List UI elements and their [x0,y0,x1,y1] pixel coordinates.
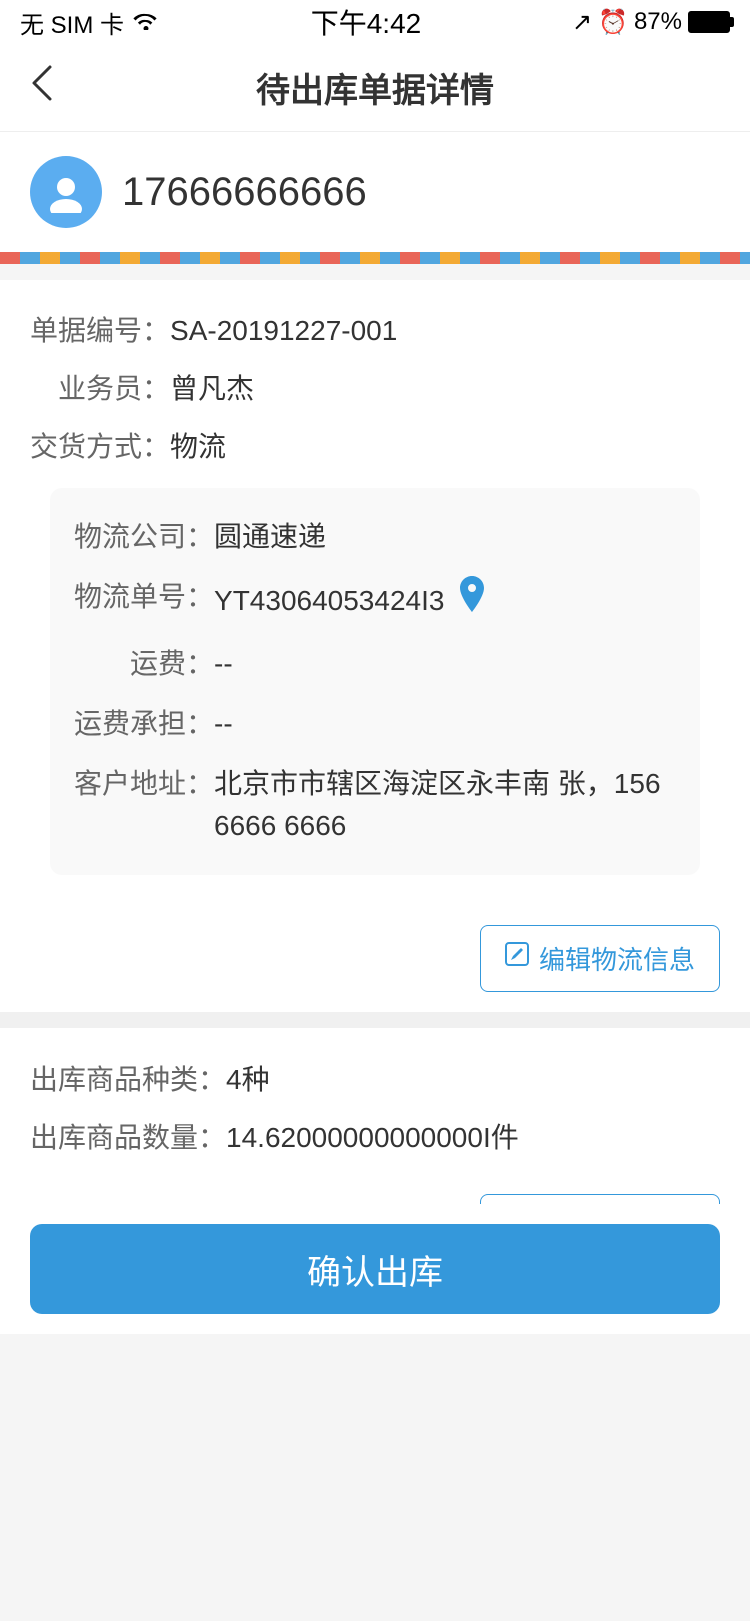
customer-header: 17666666666 [0,132,750,252]
confirm-btn-label: 确认出库 [307,1245,443,1294]
document-number-value: SA-20191227-001 [170,310,720,352]
status-right: ↗ ⏰ 87% [572,8,730,37]
page-title: 待出库单据详情 [256,63,494,112]
product-type-value: 4种 [226,1058,270,1098]
location-status-icon: ↗ [572,8,592,37]
logistics-tracking-row: 物流单号： YT43064053424I3 [74,576,676,625]
staff-label: 业务员： [30,368,170,410]
product-quantity-row: 出库商品数量： 14.62000000000000I件 [30,1116,720,1156]
address-label: 客户地址： [74,763,214,805]
address-value: 北京市市辖区海淀区永丰南 张，156 6666 6666 [214,763,676,847]
logistics-tracking-value: YT43064053424I3 [214,576,676,625]
status-time: 下午4:42 [311,2,422,42]
edit-logistics-label: 编辑物流信息 [539,940,695,977]
back-button[interactable] [30,63,54,112]
logistics-card: 物流公司： 圆通速递 物流单号： YT43064053424I3 运费： -- [50,488,700,875]
carrier-text: 无 SIM 卡 [20,5,124,40]
confirm-outbound-button[interactable]: 确认出库 [30,1224,720,1314]
logistics-company-row: 物流公司： 圆通速递 [74,516,676,558]
freight-value: -- [214,643,676,685]
document-number-row: 单据编号： SA-20191227-001 [30,310,720,352]
document-number-label: 单据编号： [30,310,170,352]
wifi-icon [132,8,160,37]
staff-value: 曾凡杰 [170,368,720,410]
freight-bearer-row: 运费承担： -- [74,703,676,745]
delivery-label: 交货方式： [30,426,170,468]
battery-text: 87% [634,8,682,36]
section-divider [0,1012,750,1028]
product-quantity-value: 14.62000000000000I件 [226,1116,519,1156]
battery-icon [688,11,730,33]
delivery-value: 物流 [170,426,720,468]
logistics-company-value: 圆通速递 [214,516,676,558]
status-bar: 无 SIM 卡 下午4:42 ↗ ⏰ 87% [0,0,750,44]
freight-bearer-label: 运费承担： [74,703,214,745]
nav-bar: 待出库单据详情 [0,44,750,132]
product-type-row: 出库商品种类： 4种 [30,1058,720,1098]
alarm-icon: ⏰ [598,8,628,37]
delivery-row: 交货方式： 物流 [30,426,720,468]
decorative-line [0,252,750,264]
edit-logistics-button[interactable]: 编辑物流信息 [480,925,720,992]
freight-bearer-value: -- [214,703,676,745]
customer-phone: 17666666666 [122,170,367,215]
status-left: 无 SIM 卡 [20,5,160,40]
map-pin-icon[interactable] [456,576,488,625]
edit-btn-container: 编辑物流信息 [0,905,750,1012]
document-info-section: 单据编号： SA-20191227-001 业务员： 曾凡杰 交货方式： 物流 … [0,280,750,905]
product-type-label: 出库商品种类： [30,1058,226,1098]
product-quantity-label: 出库商品数量： [30,1116,226,1156]
confirm-btn-container: 确认出库 [0,1204,750,1334]
logistics-company-label: 物流公司： [74,516,214,558]
freight-row: 运费： -- [74,643,676,685]
staff-row: 业务员： 曾凡杰 [30,368,720,410]
edit-icon [505,942,531,975]
freight-label: 运费： [74,643,214,685]
product-section: 出库商品种类： 4种 出库商品数量： 14.62000000000000I件 [0,1028,750,1174]
avatar [30,156,102,228]
address-row: 客户地址： 北京市市辖区海淀区永丰南 张，156 6666 6666 [74,763,676,847]
logistics-tracking-label: 物流单号： [74,576,214,618]
